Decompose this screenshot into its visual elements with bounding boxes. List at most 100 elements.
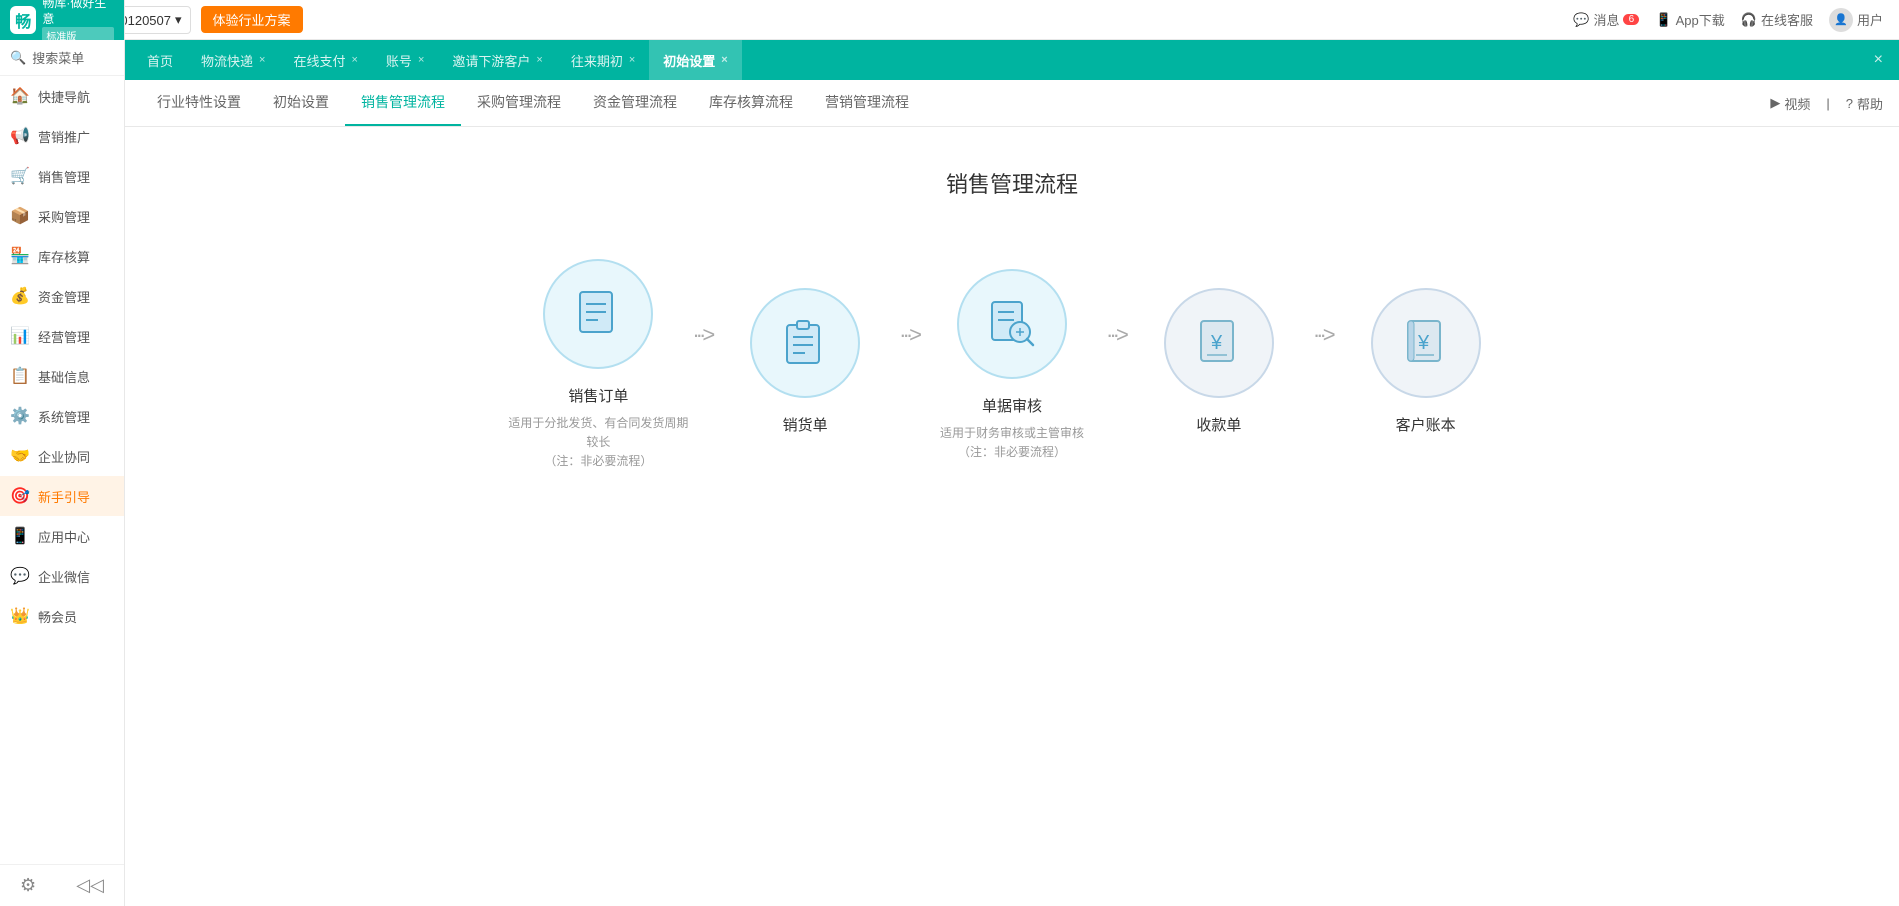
sidebar-icon-inventory: 🏪 bbox=[10, 246, 30, 266]
sidebar-item-purchase[interactable]: 📦 采购管理 bbox=[0, 196, 124, 236]
video-label: 视频 bbox=[1784, 94, 1810, 113]
trial-button[interactable]: 体验行业方案 bbox=[201, 6, 303, 33]
top-bar-right: 💬 消息 6 📱 App下载 🎧 在线客服 👤 用户 bbox=[1573, 8, 1883, 32]
sidebar: 畅 畅库·做好生意 标准版 🔍 搜索菜单 🏠 快捷导航 📢 营销推广 🛒 销售管… bbox=[0, 0, 125, 906]
online-service-item[interactable]: 🎧 在线客服 bbox=[1741, 10, 1813, 29]
help-icon: ? bbox=[1846, 96, 1853, 111]
online-service-label: 在线客服 bbox=[1761, 10, 1813, 29]
sidebar-bottom: ⚙ ◁◁ bbox=[0, 864, 124, 906]
sub-tab-销售管理流程[interactable]: 销售管理流程 bbox=[345, 80, 461, 126]
nav-tab-close[interactable]: × bbox=[259, 54, 265, 66]
flow-arrow-2: ···> bbox=[899, 322, 918, 408]
sidebar-item-finance[interactable]: 💰 资金管理 bbox=[0, 276, 124, 316]
help-label: 帮助 bbox=[1857, 94, 1883, 113]
sidebar-label-operations: 经营管理 bbox=[38, 327, 90, 346]
step-name-0: 销售订单 bbox=[568, 385, 628, 406]
sidebar-icon-enterprise-coop: 🤝 bbox=[10, 446, 30, 466]
sidebar-label-enterprise-wechat: 企业微信 bbox=[38, 567, 90, 586]
nav-tab-在线支付[interactable]: 在线支付 × bbox=[279, 40, 371, 80]
nav-tab-close[interactable]: × bbox=[721, 54, 727, 66]
message-label: 消息 bbox=[1593, 10, 1619, 29]
app-download-label: App下载 bbox=[1676, 10, 1725, 29]
sidebar-item-new-guide[interactable]: 🎯 新手引导 bbox=[0, 476, 124, 516]
sidebar-label-marketing: 营销推广 bbox=[38, 127, 90, 146]
nav-tab-首页[interactable]: 首页 bbox=[133, 40, 187, 80]
step-desc-0: 适用于分批发货、有合同发货周期较长（注：非必要流程） bbox=[508, 414, 688, 472]
collapse-icon[interactable]: ◁◁ bbox=[68, 871, 112, 900]
nav-tab-label: 首页 bbox=[147, 51, 173, 70]
nav-tab-label: 往来期初 bbox=[571, 51, 623, 70]
sidebar-item-app-center[interactable]: 📱 应用中心 bbox=[0, 516, 124, 556]
sidebar-icon-new-guide: 🎯 bbox=[10, 486, 30, 506]
step-name-4: 客户账本 bbox=[1396, 414, 1456, 435]
nav-tab-label: 账号 bbox=[386, 51, 412, 70]
nav-tab-往来期初[interactable]: 往来期初 × bbox=[557, 40, 649, 80]
sub-tab-初始设置[interactable]: 初始设置 bbox=[257, 80, 345, 126]
message-item[interactable]: 💬 消息 6 bbox=[1573, 10, 1639, 29]
sidebar-item-inventory[interactable]: 🏪 库存核算 bbox=[0, 236, 124, 276]
sidebar-icon-purchase: 📦 bbox=[10, 206, 30, 226]
flow-step-3[interactable]: ¥ 收款单 bbox=[1129, 288, 1309, 443]
sidebar-label-app-center: 应用中心 bbox=[38, 527, 90, 546]
flow-step-4[interactable]: ¥ 客户账本 bbox=[1336, 288, 1516, 443]
sub-tabs: 行业特性设置初始设置销售管理流程采购管理流程资金管理流程库存核算流程营销管理流程… bbox=[125, 80, 1899, 127]
settings-icon[interactable]: ⚙ bbox=[12, 871, 44, 900]
sidebar-item-marketing[interactable]: 📢 营销推广 bbox=[0, 116, 124, 156]
sidebar-icon-enterprise-wechat: 💬 bbox=[10, 566, 30, 586]
nav-tab-邀请下游客户[interactable]: 邀请下游客户× bbox=[438, 40, 556, 80]
help-link[interactable]: ? 帮助 bbox=[1846, 94, 1883, 113]
sidebar-item-quick-nav[interactable]: 🏠 快捷导航 bbox=[0, 76, 124, 116]
sub-tab-营销管理流程[interactable]: 营销管理流程 bbox=[809, 80, 925, 126]
search-icon: 🔍 bbox=[10, 50, 26, 66]
flow-step-0[interactable]: 销售订单 适用于分批发货、有合同发货周期较长（注：非必要流程） bbox=[508, 259, 688, 472]
sub-tab-行业特性设置[interactable]: 行业特性设置 bbox=[141, 80, 257, 126]
nav-tab-账号[interactable]: 账号 × bbox=[372, 40, 438, 80]
sub-tab-采购管理流程[interactable]: 采购管理流程 bbox=[461, 80, 577, 126]
nav-tab-close[interactable]: × bbox=[418, 54, 424, 66]
sidebar-item-basic-info[interactable]: 📋 基础信息 bbox=[0, 356, 124, 396]
sidebar-label-new-guide: 新手引导 bbox=[38, 487, 90, 506]
sidebar-label-chang-member: 畅会员 bbox=[38, 607, 77, 626]
sidebar-item-enterprise-wechat[interactable]: 💬 企业微信 bbox=[0, 556, 124, 596]
logo-text: 畅库·做好生意 bbox=[42, 0, 114, 27]
step-circle-4: ¥ bbox=[1371, 288, 1481, 398]
video-link[interactable]: ▶ 视频 bbox=[1770, 94, 1810, 113]
sidebar-icon-operations: 📊 bbox=[10, 326, 30, 346]
headset-icon: 🎧 bbox=[1741, 12, 1757, 28]
top-bar: 用户690企业1660120507 ▾ 体验行业方案 💬 消息 6 📱 App下… bbox=[0, 0, 1899, 40]
sidebar-icon-chang-member: 👑 bbox=[10, 606, 30, 626]
app-icon: 📱 bbox=[1655, 12, 1671, 28]
sidebar-item-operations[interactable]: 📊 经营管理 bbox=[0, 316, 124, 356]
sub-tab-库存核算流程[interactable]: 库存核算流程 bbox=[693, 80, 809, 126]
svg-text:¥: ¥ bbox=[1417, 332, 1430, 354]
sidebar-icon-sales: 🛒 bbox=[10, 166, 30, 186]
sub-tab-资金管理流程[interactable]: 资金管理流程 bbox=[577, 80, 693, 126]
sub-tab-right: ▶ 视频 | ? 帮助 bbox=[1770, 94, 1883, 113]
chevron-down-icon: ▾ bbox=[175, 12, 182, 28]
flow-step-2[interactable]: 单据审核 适用于财务审核或主管审核（注：非必要流程） bbox=[922, 269, 1102, 462]
avatar: 👤 bbox=[1829, 8, 1853, 32]
sidebar-icon-finance: 💰 bbox=[10, 286, 30, 306]
search-label: 搜索菜单 bbox=[32, 48, 84, 67]
flow-step-1[interactable]: 销货单 bbox=[715, 288, 895, 443]
sidebar-item-system[interactable]: ⚙️ 系统管理 bbox=[0, 396, 124, 436]
nav-tab-label: 在线支付 bbox=[293, 51, 345, 70]
step-circle-2 bbox=[957, 269, 1067, 379]
user-item[interactable]: 👤 用户 bbox=[1829, 8, 1883, 32]
nav-tabs: 首页物流快递×在线支付×账号×邀请下游客户×往来期初×初始设置×× bbox=[125, 40, 1899, 80]
svg-text:¥: ¥ bbox=[1210, 332, 1223, 354]
sidebar-item-enterprise-coop[interactable]: 🤝 企业协同 bbox=[0, 436, 124, 476]
step-name-1: 销货单 bbox=[783, 414, 828, 435]
nav-tab-close[interactable]: × bbox=[536, 54, 542, 66]
nav-tab-close[interactable]: × bbox=[629, 54, 635, 66]
nav-close-all[interactable]: × bbox=[1866, 51, 1891, 69]
nav-tab-close[interactable]: × bbox=[351, 54, 357, 66]
nav-tab-物流快递[interactable]: 物流快递× bbox=[187, 40, 279, 80]
sidebar-logo: 畅 畅库·做好生意 标准版 bbox=[0, 0, 124, 40]
sidebar-items: 🏠 快捷导航 📢 营销推广 🛒 销售管理 📦 采购管理 🏪 库存核算 💰 资金管… bbox=[0, 76, 124, 636]
sidebar-item-sales[interactable]: 🛒 销售管理 bbox=[0, 156, 124, 196]
app-download-item[interactable]: 📱 App下载 bbox=[1655, 10, 1724, 29]
sidebar-search[interactable]: 🔍 搜索菜单 bbox=[0, 40, 124, 76]
nav-tab-初始设置[interactable]: 初始设置× bbox=[649, 40, 741, 80]
sidebar-item-chang-member[interactable]: 👑 畅会员 bbox=[0, 596, 124, 636]
